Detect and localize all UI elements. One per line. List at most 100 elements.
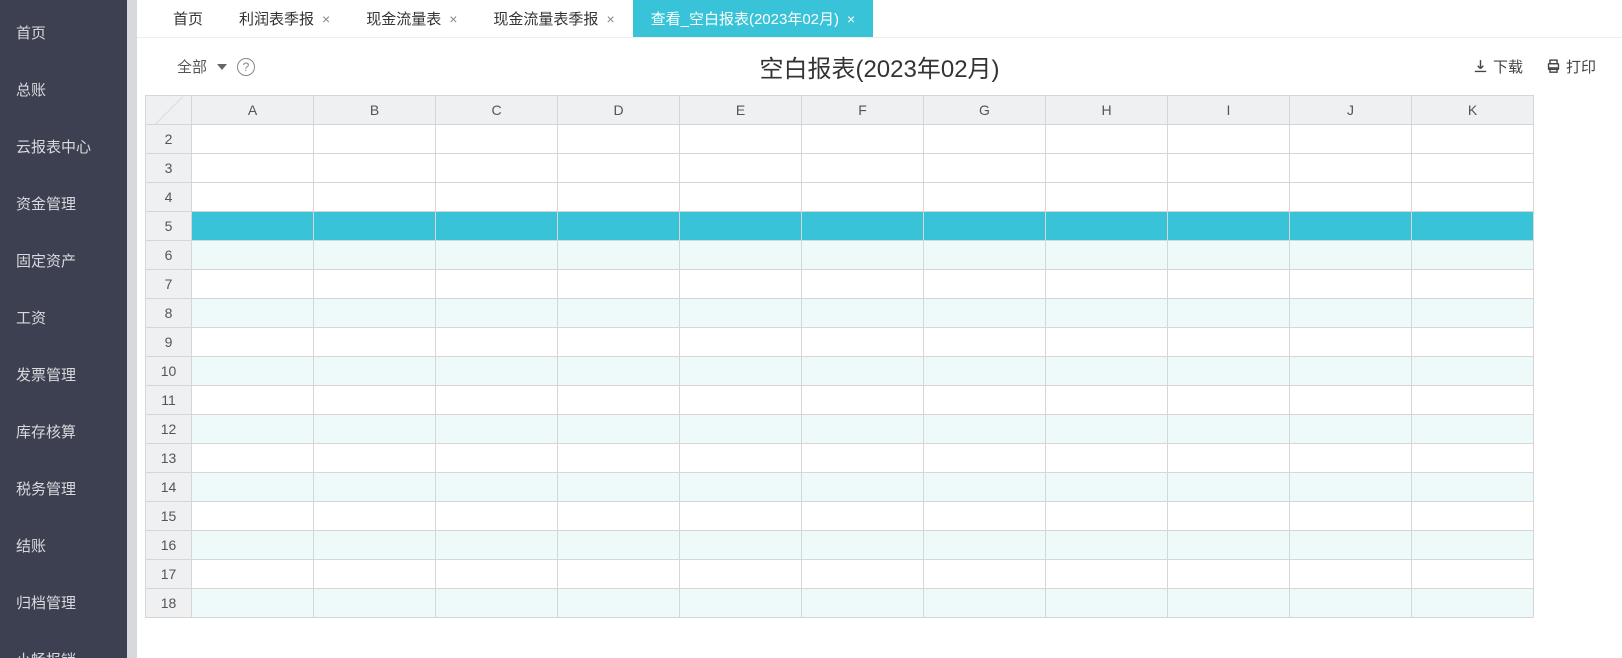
cell[interactable] (436, 328, 558, 357)
row-header[interactable]: 11 (146, 386, 192, 415)
cell[interactable] (680, 212, 802, 241)
cell[interactable] (436, 502, 558, 531)
cell[interactable] (924, 270, 1046, 299)
row-header[interactable]: 17 (146, 560, 192, 589)
cell[interactable] (558, 154, 680, 183)
cell[interactable] (1412, 531, 1534, 560)
cell[interactable] (1168, 473, 1290, 502)
cell[interactable] (314, 212, 436, 241)
cell[interactable] (436, 299, 558, 328)
cell[interactable] (1290, 328, 1412, 357)
cell[interactable] (558, 386, 680, 415)
cell[interactable] (1412, 473, 1534, 502)
cell[interactable] (1046, 473, 1168, 502)
cell[interactable] (1290, 386, 1412, 415)
cell[interactable] (680, 183, 802, 212)
cell[interactable] (1168, 415, 1290, 444)
cell[interactable] (1046, 270, 1168, 299)
sidebar-scrollbar[interactable] (127, 0, 137, 658)
cell[interactable] (314, 415, 436, 444)
cell[interactable] (680, 299, 802, 328)
cell[interactable] (680, 328, 802, 357)
cell[interactable] (192, 473, 314, 502)
row-header[interactable]: 8 (146, 299, 192, 328)
cell[interactable] (1168, 270, 1290, 299)
cell[interactable] (558, 415, 680, 444)
cell[interactable] (1290, 444, 1412, 473)
tab-cashflow-quarterly[interactable]: 现金流量表季报 × (475, 0, 632, 37)
cell[interactable] (802, 473, 924, 502)
cell[interactable] (680, 386, 802, 415)
cell[interactable] (1290, 531, 1412, 560)
cell[interactable] (436, 270, 558, 299)
cell[interactable] (1046, 183, 1168, 212)
column-header[interactable]: H (1046, 96, 1168, 125)
row-header[interactable]: 9 (146, 328, 192, 357)
filter-dropdown[interactable]: 全部 ? (177, 56, 255, 77)
cell[interactable] (802, 270, 924, 299)
cell[interactable] (1168, 125, 1290, 154)
cell[interactable] (436, 212, 558, 241)
cell[interactable] (1168, 386, 1290, 415)
row-header[interactable]: 15 (146, 502, 192, 531)
cell[interactable] (558, 531, 680, 560)
cell[interactable] (680, 589, 802, 618)
cell[interactable] (192, 386, 314, 415)
cell[interactable] (924, 357, 1046, 386)
cell[interactable] (1412, 444, 1534, 473)
cell[interactable] (558, 444, 680, 473)
cell[interactable] (1168, 531, 1290, 560)
cell[interactable] (802, 444, 924, 473)
cell[interactable] (1168, 560, 1290, 589)
cell[interactable] (1046, 328, 1168, 357)
help-icon[interactable]: ? (237, 58, 255, 76)
column-header[interactable]: I (1168, 96, 1290, 125)
tab-profit-quarterly[interactable]: 利润表季报 × (221, 0, 348, 37)
cell[interactable] (1046, 154, 1168, 183)
cell[interactable] (436, 183, 558, 212)
cell[interactable] (192, 125, 314, 154)
cell[interactable] (1168, 299, 1290, 328)
sidebar-item-archive[interactable]: 归档管理 (0, 574, 127, 631)
cell[interactable] (1168, 444, 1290, 473)
cell[interactable] (924, 154, 1046, 183)
sidebar-item-salary[interactable]: 工资 (0, 289, 127, 346)
cell[interactable] (558, 241, 680, 270)
cell[interactable] (436, 444, 558, 473)
cell[interactable] (1412, 560, 1534, 589)
sidebar-item-fixed-assets[interactable]: 固定资产 (0, 232, 127, 289)
cell[interactable] (924, 502, 1046, 531)
cell[interactable] (558, 502, 680, 531)
cell[interactable] (1290, 241, 1412, 270)
cell[interactable] (1412, 241, 1534, 270)
cell[interactable] (924, 212, 1046, 241)
cell[interactable] (680, 270, 802, 299)
column-header[interactable]: E (680, 96, 802, 125)
print-button[interactable]: 打印 (1545, 56, 1596, 77)
cell[interactable] (1168, 357, 1290, 386)
cell[interactable] (1290, 270, 1412, 299)
cell[interactable] (558, 357, 680, 386)
row-header[interactable]: 13 (146, 444, 192, 473)
cell[interactable] (192, 560, 314, 589)
cell[interactable] (314, 183, 436, 212)
cell[interactable] (680, 444, 802, 473)
sidebar-item-tax[interactable]: 税务管理 (0, 460, 127, 517)
cell[interactable] (1412, 212, 1534, 241)
row-header[interactable]: 18 (146, 589, 192, 618)
sidebar-item-home[interactable]: 首页 (0, 4, 127, 61)
cell[interactable] (314, 560, 436, 589)
cell[interactable] (1412, 299, 1534, 328)
cell[interactable] (924, 386, 1046, 415)
cell[interactable] (1290, 589, 1412, 618)
cell[interactable] (1046, 444, 1168, 473)
cell[interactable] (1412, 270, 1534, 299)
cell[interactable] (436, 125, 558, 154)
cell[interactable] (924, 589, 1046, 618)
cell[interactable] (680, 125, 802, 154)
cell[interactable] (802, 386, 924, 415)
cell[interactable] (436, 241, 558, 270)
cell[interactable] (1290, 357, 1412, 386)
cell[interactable] (192, 241, 314, 270)
row-header[interactable]: 3 (146, 154, 192, 183)
